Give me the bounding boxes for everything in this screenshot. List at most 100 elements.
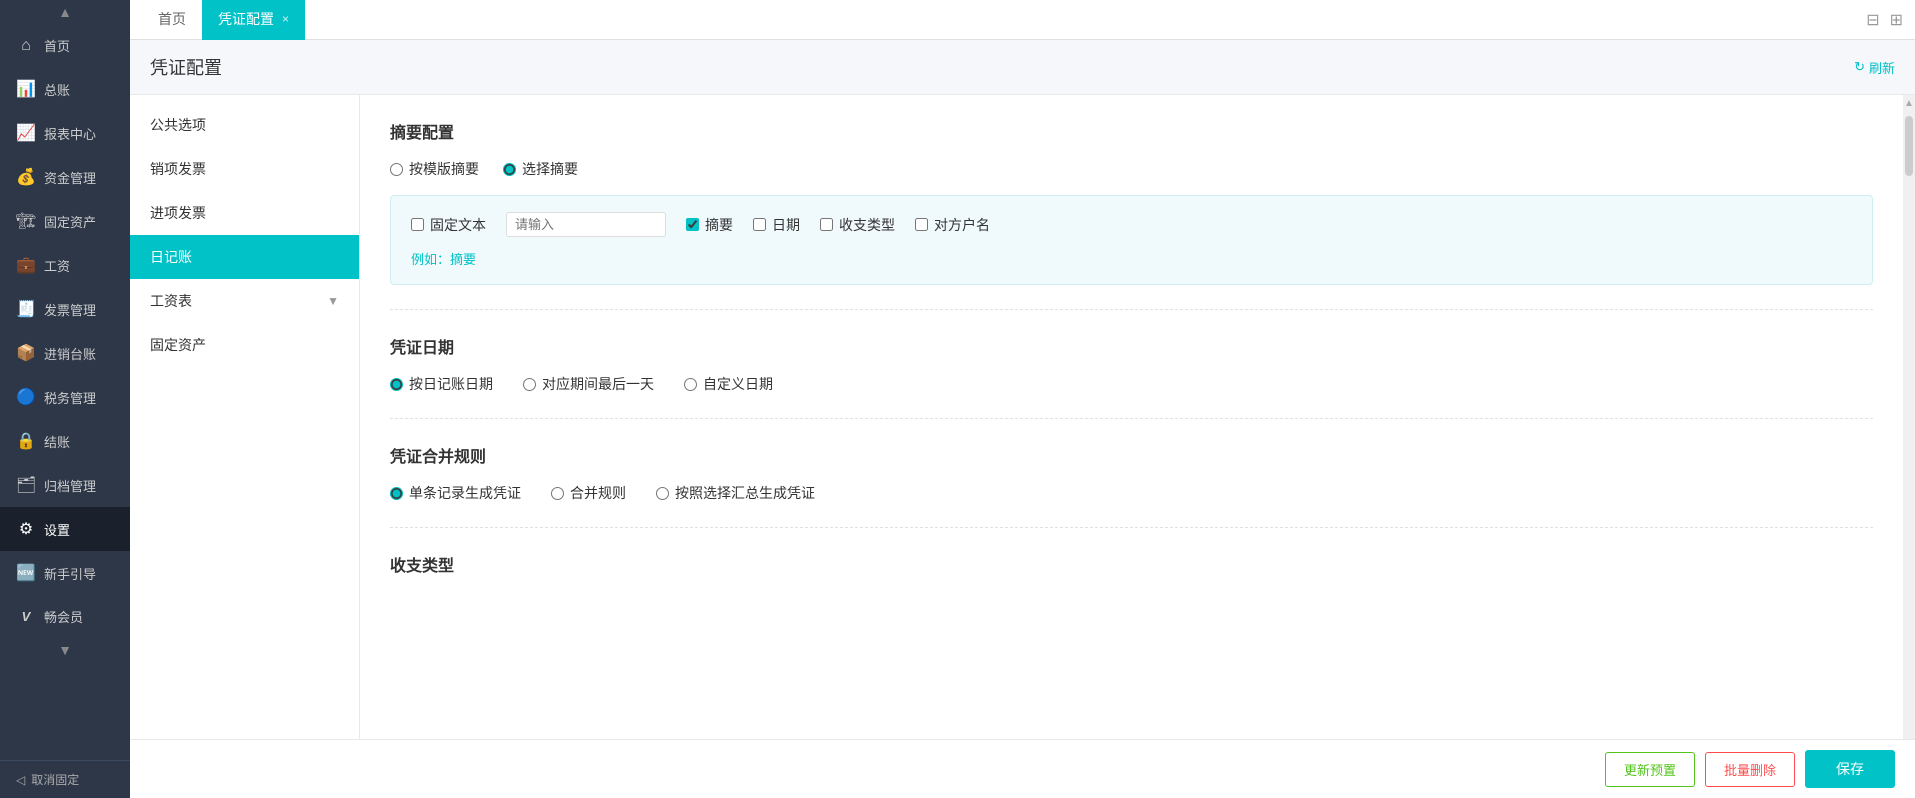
sidebar-item-payroll[interactable]: 💼 工资 — [0, 243, 130, 287]
refresh-button[interactable]: ↻ 刷新 — [1854, 58, 1895, 77]
sidebar-item-funds[interactable]: 💰 资金管理 — [0, 155, 130, 199]
merge-title: 凭证合并规则 — [390, 443, 1873, 467]
sidebar-scroll-down[interactable]: ▼ — [0, 638, 130, 662]
sidebar-item-settings[interactable]: ⚙ 设置 — [0, 507, 130, 551]
left-nav: 公共选项 销项发票 进项发票 日记账 工资表 ▼ 固定资产 — [130, 95, 360, 739]
radio-custom-date-label[interactable]: 自定义日期 — [684, 374, 773, 394]
radio-select-input[interactable] — [503, 163, 516, 176]
date-section: 凭证日期 按日记账日期 对应期间最后一天 自定义日期 — [390, 334, 1873, 394]
content-area: 凭证配置 ↻ 刷新 公共选项 销项发票 进项发票 日记账 — [130, 40, 1915, 798]
radio-single-record-text: 单条记录生成凭证 — [409, 483, 521, 503]
right-panel: 摘要配置 按模版摘要 选择摘要 — [360, 95, 1903, 739]
merge-section: 凭证合并规则 单条记录生成凭证 合并规则 按照选择汇总生成凭证 — [390, 443, 1873, 503]
sidebar-label-member: 畅会员 — [44, 607, 83, 626]
radio-custom-date[interactable] — [684, 378, 697, 391]
nav-label-fixed-assets: 固定资产 — [150, 335, 206, 355]
radio-by-selection-text: 按照选择汇总生成凭证 — [675, 483, 815, 503]
checkbox-fixed-text[interactable] — [411, 218, 424, 231]
settings-icon: ⚙ — [16, 519, 36, 539]
radio-journal-date[interactable] — [390, 378, 403, 391]
radio-merge-rules-text: 合并规则 — [570, 483, 626, 503]
guide-icon: 🆕 — [16, 563, 36, 583]
unpin-button[interactable]: ◁ 取消固定 — [0, 760, 130, 798]
sidebar-label-funds: 资金管理 — [44, 168, 96, 187]
radio-period-last-day-label[interactable]: 对应期间最后一天 — [523, 374, 654, 394]
nav-label-journal: 日记账 — [150, 247, 192, 267]
checkbox-income-type[interactable] — [820, 218, 833, 231]
checkbox-counterpart[interactable] — [915, 218, 928, 231]
sidebar-item-assets[interactable]: 🏗 固定资产 — [0, 199, 130, 243]
radio-journal-date-label[interactable]: 按日记账日期 — [390, 374, 493, 394]
sidebar-item-invoice[interactable]: 🧾 发票管理 — [0, 287, 130, 331]
update-preview-button[interactable]: 更新预置 — [1605, 752, 1695, 787]
sidebar-label-guide: 新手引导 — [44, 564, 96, 583]
member-icon: V — [16, 609, 36, 624]
tab-voucher-config[interactable]: 凭证配置 × — [202, 0, 305, 40]
sidebar-item-tax[interactable]: 🔵 税务管理 — [0, 375, 130, 419]
radio-template-input[interactable] — [390, 163, 403, 176]
sidebar-item-member[interactable]: V 畅会员 — [0, 595, 130, 638]
sidebar-item-purchase-sale[interactable]: 📦 进销台账 — [0, 331, 130, 375]
tab-voucher-config-label: 凭证配置 — [218, 9, 274, 29]
receive-title: 收支类型 — [390, 552, 1873, 576]
radio-merge-rules-label[interactable]: 合并规则 — [551, 483, 626, 503]
radio-merge-rules[interactable] — [551, 487, 564, 500]
checkbox-fixed-text-text: 固定文本 — [430, 215, 486, 235]
radio-custom-date-text: 自定义日期 — [703, 374, 773, 394]
scrollbar-thumb[interactable] — [1905, 116, 1913, 176]
nav-label-public: 公共选项 — [150, 115, 206, 135]
sidebar-item-ledger[interactable]: 📊 总账 — [0, 67, 130, 111]
batch-delete-button[interactable]: 批量删除 — [1705, 752, 1795, 787]
nav-item-fixed-assets[interactable]: 固定资产 — [130, 323, 359, 367]
nav-label-payroll-table: 工资表 — [150, 291, 192, 311]
radio-template-label[interactable]: 按模版摘要 — [390, 159, 479, 179]
example-text: 例如：摘要 — [411, 249, 1852, 268]
tab-home[interactable]: 首页 — [142, 0, 202, 40]
summary-section: 摘要配置 按模版摘要 选择摘要 — [390, 119, 1873, 285]
checkbox-income-type-text: 收支类型 — [839, 215, 895, 235]
radio-period-last-day[interactable] — [523, 378, 536, 391]
sidebar-label-invoice: 发票管理 — [44, 300, 96, 319]
tab-close-icon[interactable]: × — [282, 12, 289, 26]
sidebar-item-archive[interactable]: 🗂 归档管理 — [0, 463, 130, 507]
unpin-icon: ◁ — [16, 773, 25, 787]
nav-item-sales-invoice[interactable]: 销项发票 — [130, 147, 359, 191]
minimize-icon[interactable]: ⊟ — [1866, 10, 1879, 30]
save-button[interactable]: 保存 — [1805, 750, 1895, 788]
nav-item-journal[interactable]: 日记账 — [130, 235, 359, 279]
sidebar-item-report[interactable]: 📈 报表中心 — [0, 111, 130, 155]
maximize-icon[interactable]: ⊞ — [1890, 10, 1903, 30]
checkbox-abstract-text: 摘要 — [705, 215, 733, 235]
checkbox-fixed-text-label[interactable]: 固定文本 — [411, 215, 486, 235]
radio-select-label[interactable]: 选择摘要 — [503, 159, 578, 179]
radio-single-record[interactable] — [390, 487, 403, 500]
checkbox-income-type-label[interactable]: 收支类型 — [820, 215, 895, 235]
nav-item-purchase-invoice[interactable]: 进项发票 — [130, 191, 359, 235]
sidebar-item-close[interactable]: 🔒 结账 — [0, 419, 130, 463]
divider-1 — [390, 309, 1873, 310]
sidebar-item-guide[interactable]: 🆕 新手引导 — [0, 551, 130, 595]
checkbox-abstract-label[interactable]: 摘要 — [686, 215, 733, 235]
sidebar-scroll-up[interactable]: ▲ — [0, 0, 130, 24]
checkbox-date-label[interactable]: 日期 — [753, 215, 800, 235]
sidebar-label-ledger: 总账 — [44, 80, 70, 99]
checkbox-counterpart-label[interactable]: 对方户名 — [915, 215, 990, 235]
fixed-text-input[interactable] — [506, 212, 666, 237]
nav-item-payroll-table[interactable]: 工资表 ▼ — [130, 279, 359, 323]
page-header: 凭证配置 ↻ 刷新 — [130, 40, 1915, 95]
divider-2 — [390, 418, 1873, 419]
radio-by-selection[interactable] — [656, 487, 669, 500]
sidebar-item-home[interactable]: ⌂ 首页 — [0, 24, 130, 67]
checkbox-date[interactable] — [753, 218, 766, 231]
sidebar-label-tax: 税务管理 — [44, 388, 96, 407]
checkbox-abstract[interactable] — [686, 218, 699, 231]
receive-section: 收支类型 — [390, 552, 1873, 576]
summary-options-box: 固定文本 摘要 日期 — [390, 195, 1873, 285]
sidebar-label-assets: 固定资产 — [44, 212, 96, 231]
sidebar-label-report: 报表中心 — [44, 124, 96, 143]
content-body: 公共选项 销项发票 进项发票 日记账 工资表 ▼ 固定资产 — [130, 95, 1915, 739]
radio-by-selection-label[interactable]: 按照选择汇总生成凭证 — [656, 483, 815, 503]
outer-scrollbar[interactable]: ▲ — [1903, 95, 1915, 739]
nav-item-public[interactable]: 公共选项 — [130, 103, 359, 147]
radio-single-record-label[interactable]: 单条记录生成凭证 — [390, 483, 521, 503]
